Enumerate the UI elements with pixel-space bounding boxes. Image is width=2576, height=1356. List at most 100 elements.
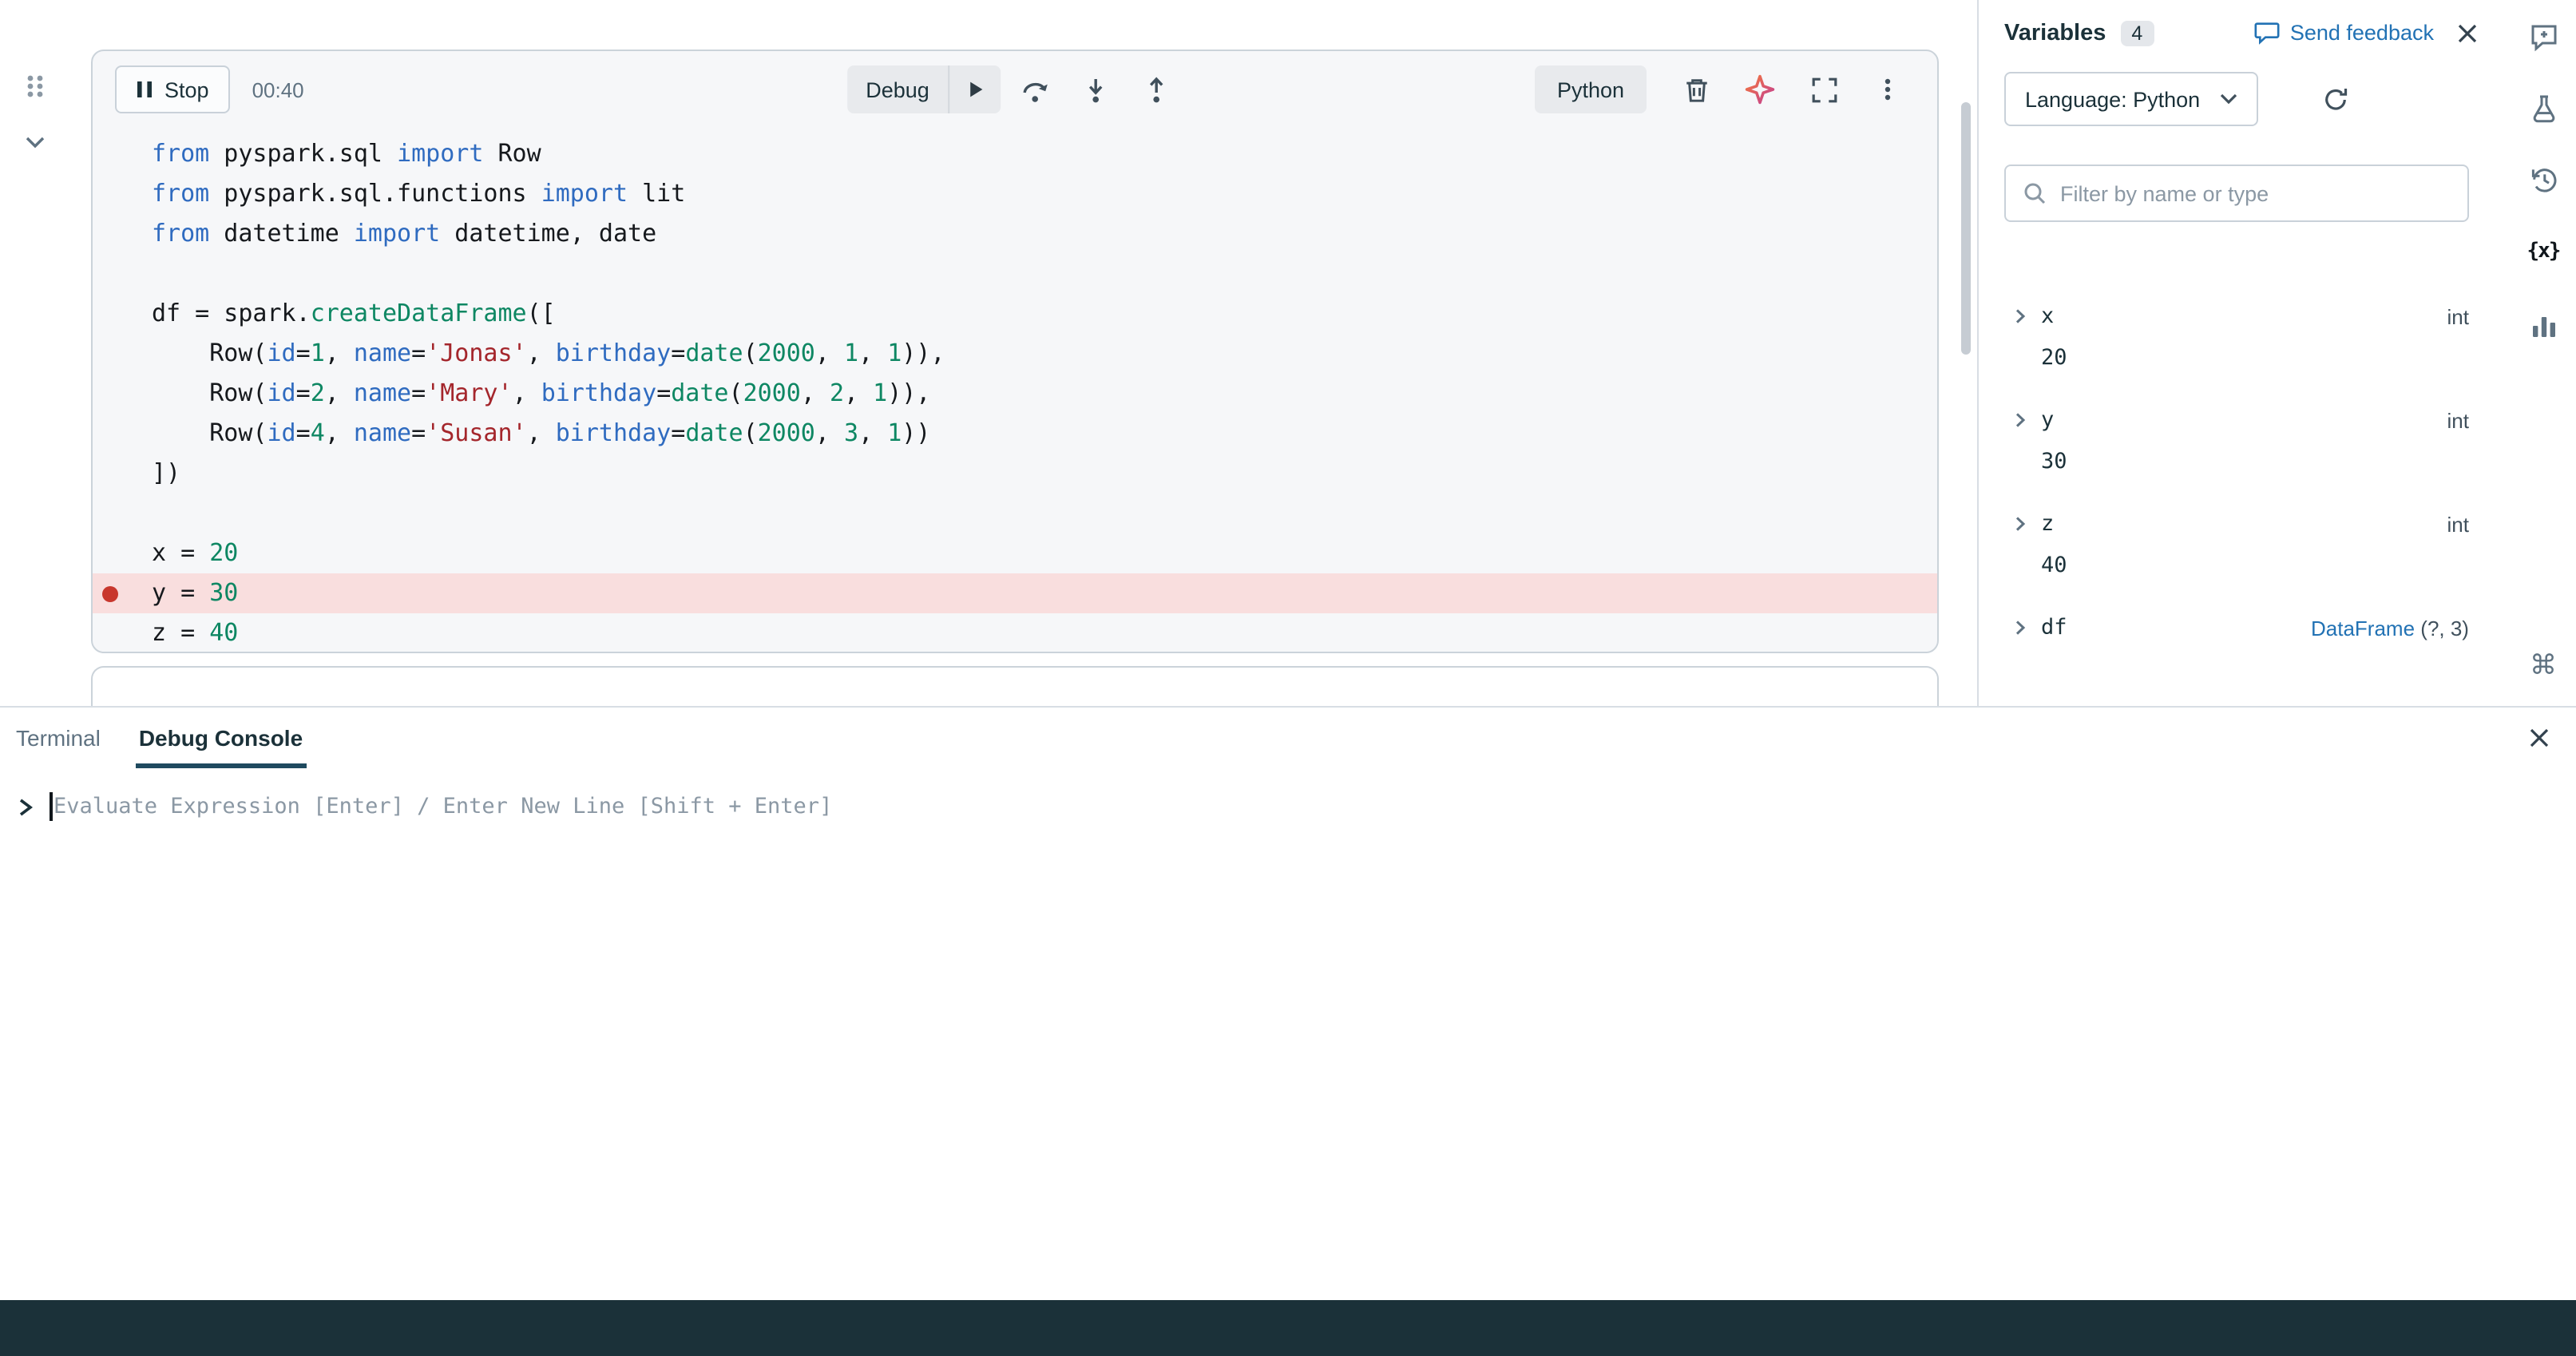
breakpoint-gutter[interactable] [93, 454, 152, 494]
assistant-chat-icon[interactable] [2522, 16, 2564, 57]
step-over-button[interactable] [1008, 65, 1062, 113]
cell-menu-button[interactable] [1861, 65, 1915, 113]
console-input-placeholder: Evaluate Expression [Enter] / Enter New … [54, 794, 832, 819]
breakpoint-gutter[interactable] [93, 613, 152, 653]
breakpoint-gutter[interactable] [93, 533, 152, 573]
code-line-text: Row(id=2, name='Mary', birthday=date(200… [152, 374, 930, 414]
step-out-button[interactable] [1129, 65, 1183, 113]
code-line-text: z = 40 [152, 613, 238, 653]
variables-panel: Variables 4 Send feedback L [1977, 0, 2511, 706]
chart-panel-icon[interactable] [2522, 305, 2564, 347]
assistant-sparkle-button[interactable] [1733, 65, 1787, 113]
code-line-text: y = 30 [152, 573, 238, 613]
cell-collapse-chevron-icon[interactable] [22, 129, 48, 155]
variable-row[interactable]: df DataFrame (?, 3) [1979, 607, 2511, 648]
breakpoint-gutter[interactable] [93, 174, 152, 214]
breakpoint-gutter[interactable] [93, 494, 152, 533]
breakpoint-gutter[interactable] [93, 214, 152, 254]
code-line[interactable]: Row(id=4, name='Susan', birthday=date(20… [93, 414, 1937, 454]
variables-filter-input[interactable] [2060, 181, 2451, 205]
variable-name: y [2041, 407, 2054, 433]
code-line[interactable] [93, 254, 1937, 294]
variables-filter-box [2004, 165, 2469, 222]
expand-cell-button[interactable] [1797, 65, 1851, 113]
cell-run-timer: 00:40 [252, 77, 304, 101]
prompt-chevron-icon [16, 796, 35, 817]
step-into-button[interactable] [1068, 65, 1123, 113]
code-line-text: x = 20 [152, 533, 238, 573]
cell-language-button[interactable]: Python [1535, 65, 1647, 113]
code-line-text: Row(id=4, name='Susan', birthday=date(20… [152, 414, 930, 454]
code-line[interactable]: Row(id=1, name='Jonas', birthday=date(20… [93, 334, 1937, 374]
notebook-area: Stop 00:40 Debug [0, 0, 1977, 706]
tab-terminal[interactable]: Terminal [13, 709, 104, 768]
tab-debug-console[interactable]: Debug Console [136, 709, 306, 768]
chevron-down-icon [2219, 93, 2237, 105]
variable-value: 40 [1979, 545, 2511, 586]
cell-drag-handle-icon[interactable] [21, 72, 50, 101]
chevron-right-icon [2011, 307, 2030, 326]
code-line[interactable]: y = 30 [93, 573, 1937, 613]
refresh-icon [2321, 85, 2348, 113]
debug-button-label: Debug [846, 77, 949, 101]
assistant-sparkle-icon [1744, 73, 1776, 105]
code-editor[interactable]: from pyspark.sql import Rowfrom pyspark.… [93, 128, 1937, 653]
right-sidebar-rail: {x} ⌘ [2511, 0, 2576, 706]
breakpoint-gutter[interactable] [93, 334, 152, 374]
breakpoint-dot[interactable] [93, 573, 152, 613]
refresh-variables-button[interactable] [2321, 85, 2348, 113]
code-line-text: from datetime import datetime, date [152, 214, 656, 254]
variable-type[interactable]: DataFrame (?, 3) [2311, 616, 2469, 640]
command-palette-icon[interactable]: ⌘ [2522, 645, 2564, 687]
stop-button[interactable]: Stop [115, 65, 230, 113]
language-dropdown-label: Language: Python [2025, 87, 2200, 111]
next-cell-stub[interactable] [91, 666, 1939, 706]
variables-panel-close-button[interactable] [2456, 22, 2479, 44]
experiments-flask-icon[interactable] [2522, 88, 2564, 129]
variable-row[interactable]: zint [1979, 503, 2511, 545]
bottom-console-panel: Terminal Debug Console Evaluate Expressi… [0, 706, 2576, 1300]
language-dropdown[interactable]: Language: Python [2004, 72, 2257, 126]
code-line[interactable]: z = 40 [93, 613, 1937, 653]
code-lines: from pyspark.sql import Rowfrom pyspark.… [93, 134, 1937, 653]
variable-row[interactable]: xint [1979, 295, 2511, 337]
code-line[interactable]: from pyspark.sql import Row [93, 134, 1937, 174]
console-close-button[interactable] [2528, 727, 2550, 749]
code-line[interactable]: ]) [93, 454, 1937, 494]
variable-type: int [2447, 512, 2469, 536]
app-bottom-bar [0, 1300, 2576, 1356]
history-clock-icon[interactable] [2522, 160, 2564, 201]
code-line-text: df = spark.createDataFrame([ [152, 294, 556, 334]
variables-language-row: Language: Python [1979, 62, 2511, 136]
cell-actions: Python [1535, 65, 1915, 113]
code-line[interactable]: from pyspark.sql.functions import lit [93, 174, 1937, 214]
breakpoint-gutter[interactable] [93, 374, 152, 414]
code-line[interactable]: x = 20 [93, 533, 1937, 573]
variable-row[interactable]: y int [1979, 399, 2511, 441]
variable-name: df [2041, 615, 2067, 640]
play-icon[interactable] [950, 80, 1001, 99]
variable-explorer-icon[interactable]: {x} [2522, 230, 2564, 272]
breakpoint-gutter[interactable] [93, 294, 152, 334]
send-feedback-label: Send feedback [2290, 21, 2434, 45]
breakpoint-gutter[interactable] [93, 134, 152, 174]
breakpoint-gutter[interactable] [93, 414, 152, 454]
debug-split-button[interactable]: Debug [846, 65, 1001, 113]
notebook-scrollbar-thumb[interactable] [1961, 102, 1971, 355]
code-line[interactable]: from datetime import datetime, date [93, 214, 1937, 254]
close-icon [2528, 727, 2550, 749]
code-line[interactable] [93, 494, 1937, 533]
code-line[interactable]: df = spark.createDataFrame([ [93, 294, 1937, 334]
breakpoint-gutter[interactable] [93, 254, 152, 294]
delete-cell-button[interactable] [1669, 65, 1723, 113]
variable-type: int [2447, 408, 2469, 432]
chevron-right-icon [2011, 618, 2030, 637]
code-line[interactable]: Row(id=2, name='Mary', birthday=date(200… [93, 374, 1937, 414]
debug-console-input[interactable]: Evaluate Expression [Enter] / Enter New … [0, 784, 2576, 829]
debug-controls: Debug [846, 65, 1183, 113]
send-feedback-link[interactable]: Send feedback [2253, 19, 2434, 46]
variable-block: xint20 [1979, 295, 2511, 379]
code-line-text: from pyspark.sql import Row [152, 134, 541, 174]
variable-name: x [2041, 303, 2054, 329]
pause-icon [136, 80, 153, 99]
